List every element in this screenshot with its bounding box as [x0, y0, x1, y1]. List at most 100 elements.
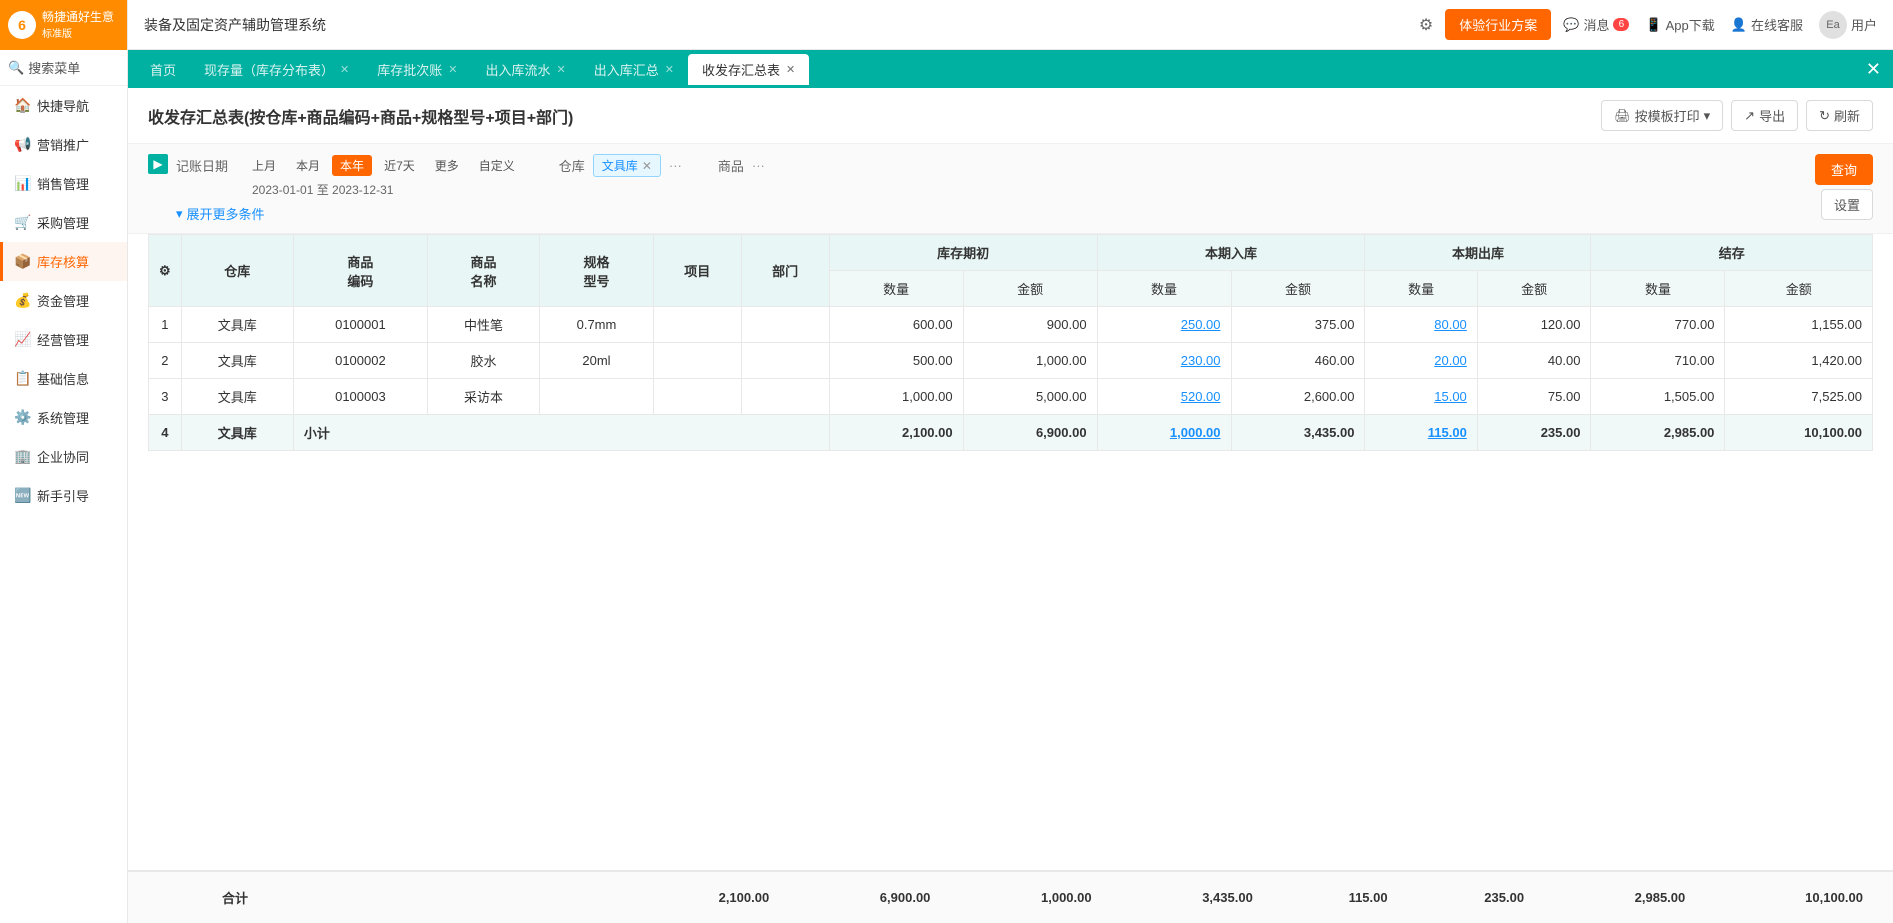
settings-icon[interactable]: ⚙	[1419, 15, 1433, 35]
shortcut-this-year[interactable]: 本年	[332, 155, 372, 176]
message-btn[interactable]: 💬 消息 6	[1563, 15, 1629, 34]
shortcut-this-month[interactable]: 本月	[288, 155, 328, 176]
row-code: 0100003	[293, 379, 427, 415]
shortcut-7days[interactable]: 近7天	[376, 155, 423, 176]
col-warehouse-header: 仓库	[181, 235, 293, 307]
page-actions: 🖨 按模板打印 ▾ ↗ 导出 ↻ 刷新	[1601, 100, 1873, 143]
row-open-qty: 600.00	[829, 307, 963, 343]
row-name: 中性笔	[427, 307, 539, 343]
page-content: 收发存汇总表(按仓库+商品编码+商品+规格型号+项目+部门) 🖨 按模板打印 ▾…	[128, 88, 1893, 923]
row-code: 0100002	[293, 343, 427, 379]
tab-bar-close-btn[interactable]: ✕	[1862, 55, 1885, 84]
tab-close-icon[interactable]: ✕	[340, 63, 349, 76]
shortcut-custom[interactable]: 自定义	[471, 155, 523, 176]
tab-recv-send[interactable]: 收发存汇总表 ✕	[688, 54, 809, 85]
print-label: 按模板打印	[1635, 106, 1700, 125]
row-open-amt: 5,000.00	[963, 379, 1097, 415]
logo-text: 畅捷通好生意	[42, 10, 114, 26]
date-range-text: 2023-01-01 至 2023-12-31	[252, 181, 393, 198]
col-spec-header: 规格型号	[540, 235, 654, 307]
sales-icon: 📊	[15, 176, 31, 192]
row-bal-amt: 1,420.00	[1725, 343, 1873, 379]
tab-batch[interactable]: 库存批次账 ✕	[363, 54, 471, 85]
subtotal-open-amt: 6,900.00	[963, 415, 1097, 451]
expand-btn[interactable]: ▾ 展开更多条件	[176, 204, 1807, 223]
col-settings-header[interactable]: ⚙	[149, 235, 182, 307]
row-in-qty: 520.00	[1097, 379, 1231, 415]
goods-more[interactable]: ···	[752, 158, 765, 173]
tab-inventory-dist[interactable]: 现存量（库存分布表） ✕	[190, 54, 363, 85]
refresh-label: 刷新	[1834, 106, 1860, 125]
print-btn[interactable]: 🖨 按模板打印 ▾	[1601, 100, 1723, 131]
sidebar-item-sales[interactable]: 📊 销售管理	[0, 164, 127, 203]
subtotal-in-qty: 1,000.00	[1097, 415, 1231, 451]
subtotal-in-amt: 3,435.00	[1231, 415, 1365, 451]
row-dept	[741, 307, 829, 343]
tab-close-icon[interactable]: ✕	[665, 63, 674, 76]
warehouse-tag-remove[interactable]: ✕	[642, 159, 652, 173]
shortcut-last-month[interactable]: 上月	[244, 155, 284, 176]
export-btn[interactable]: ↗ 导出	[1731, 100, 1798, 131]
expand-label: 展开更多条件	[187, 204, 265, 223]
row-code: 0100001	[293, 307, 427, 343]
user-label: 用户	[1851, 15, 1877, 34]
sidebar-item-enterprise[interactable]: 🏢 企业协同	[0, 437, 127, 476]
set-button[interactable]: 设置	[1821, 189, 1873, 220]
sidebar-item-finance[interactable]: 💰 资金管理	[0, 281, 127, 320]
sidebar-item-basic[interactable]: 📋 基础信息	[0, 359, 127, 398]
sidebar-item-purchase[interactable]: 🛒 采购管理	[0, 203, 127, 242]
row-open-amt: 900.00	[963, 307, 1097, 343]
sidebar-item-guide[interactable]: 🆕 新手引导	[0, 476, 127, 515]
sidebar-item-inventory[interactable]: 📦 库存核算	[0, 242, 127, 281]
subtotal-no: 4	[149, 415, 182, 451]
sidebar-item-operations[interactable]: 📈 经营管理	[0, 320, 127, 359]
sidebar-item-label: 新手引导	[37, 486, 89, 505]
search-button[interactable]: 查询	[1815, 154, 1873, 185]
shortcut-more[interactable]: 更多	[427, 155, 467, 176]
row-name: 采访本	[427, 379, 539, 415]
col-dept-header: 部门	[741, 235, 829, 307]
filter-toggle[interactable]: ▶	[148, 154, 168, 174]
sidebar-item-system[interactable]: ⚙️ 系统管理	[0, 398, 127, 437]
subtotal-out-qty: 115.00	[1365, 415, 1477, 451]
warehouse-more[interactable]: ···	[669, 158, 682, 173]
search-label: 搜索菜单	[28, 58, 80, 77]
tab-inout-summary[interactable]: 出入库汇总 ✕	[580, 54, 688, 85]
finance-icon: 💰	[15, 293, 31, 309]
home-icon: 🏠	[15, 98, 31, 114]
subtotal-bal-qty: 2,985.00	[1591, 415, 1725, 451]
operations-icon: 📈	[15, 332, 31, 348]
tab-label: 出入库流水	[485, 60, 550, 79]
tab-close-icon[interactable]: ✕	[448, 63, 457, 76]
row-bal-qty: 1,505.00	[1591, 379, 1725, 415]
app-download-btn[interactable]: 📱 App下载	[1645, 15, 1714, 34]
sidebar-item-quicknav[interactable]: 🏠 快捷导航	[0, 86, 127, 125]
message-icon: 💬	[1563, 17, 1579, 33]
row-name: 胶水	[427, 343, 539, 379]
page-title: 收发存汇总表(按仓库+商品编码+商品+规格型号+项目+部门)	[148, 104, 573, 140]
tab-home[interactable]: 首页	[136, 54, 190, 85]
row-in-qty: 250.00	[1097, 307, 1231, 343]
basic-icon: 📋	[15, 371, 31, 387]
sidebar-item-label: 系统管理	[37, 408, 89, 427]
row-in-amt: 460.00	[1231, 343, 1365, 379]
sidebar-item-marketing[interactable]: 📢 营销推广	[0, 125, 127, 164]
purchase-icon: 🛒	[15, 215, 31, 231]
online-service-btn[interactable]: 👤 在线客服	[1731, 15, 1803, 34]
trial-button[interactable]: 体验行业方案	[1445, 9, 1551, 40]
row-out-qty: 20.00	[1365, 343, 1477, 379]
tab-close-icon[interactable]: ✕	[557, 63, 566, 76]
sidebar-logo: 6 畅捷通好生意 标准版	[0, 0, 127, 50]
total-open-amt: 6,900.00	[779, 880, 940, 915]
sidebar-item-label: 营销推广	[37, 135, 89, 154]
tab-close-icon[interactable]: ✕	[786, 63, 795, 76]
user-btn[interactable]: Ea 用户	[1819, 11, 1877, 39]
warehouse-tag: 文具库 ✕	[593, 154, 661, 177]
sidebar-search[interactable]: 🔍 搜索菜单	[0, 50, 127, 86]
tab-inout-flow[interactable]: 出入库流水 ✕	[471, 54, 579, 85]
col-open-amt: 金额	[963, 271, 1097, 307]
chevron-down-icon: ▾	[176, 206, 183, 222]
refresh-btn[interactable]: ↻ 刷新	[1806, 100, 1873, 131]
date-label: 记账日期	[176, 156, 228, 175]
message-label: 消息	[1583, 15, 1609, 34]
